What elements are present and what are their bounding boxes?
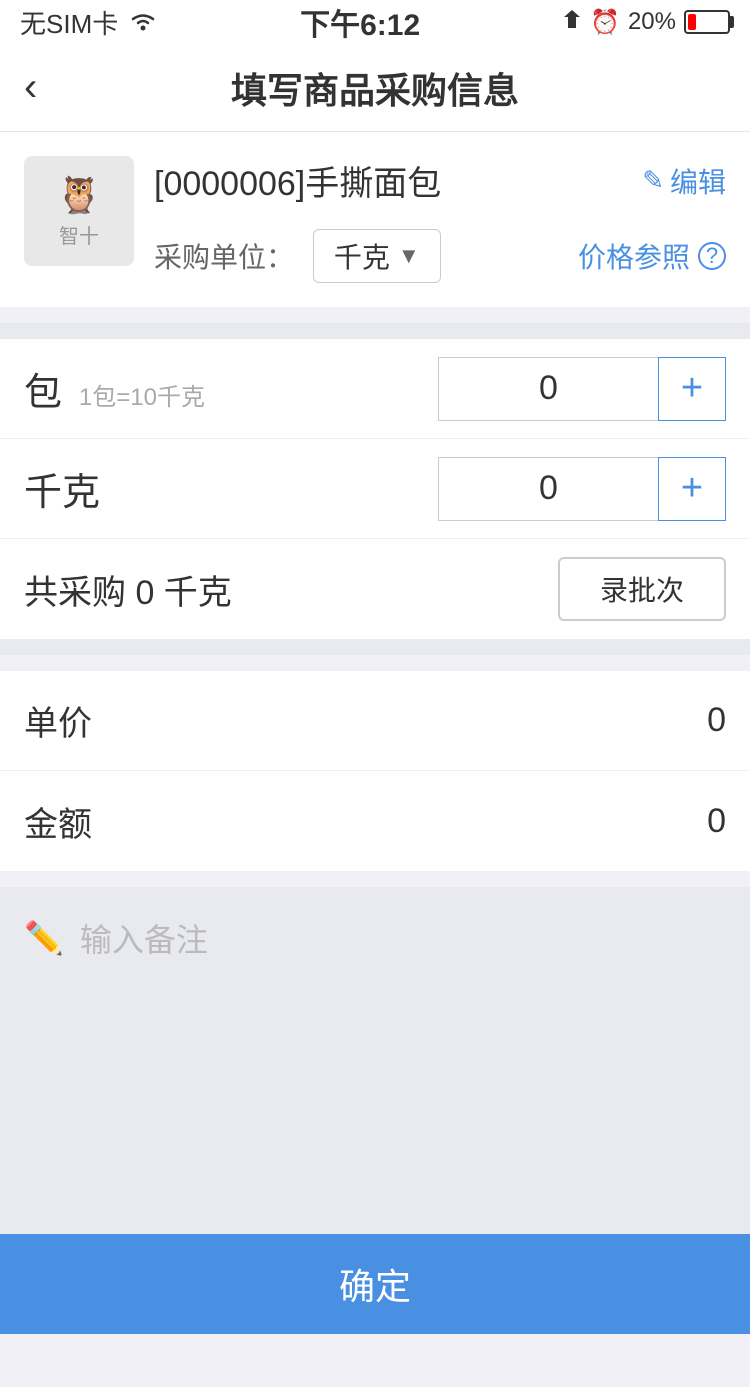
record-batch-label: 录批次 <box>600 569 684 609</box>
product-name: [0000006]手撕面包 <box>154 156 441 205</box>
kg-label: 千克 <box>24 472 100 514</box>
alarm-icon: ⏰ <box>590 8 620 37</box>
edit-label: 编辑 <box>670 161 726 201</box>
divider-1 <box>0 323 750 339</box>
edit-button[interactable]: ✎ 编辑 <box>642 161 726 201</box>
kg-input-right: 0 + <box>144 457 726 521</box>
confirm-button[interactable]: 确定 <box>0 1234 750 1334</box>
unit-value: 千克 <box>334 236 390 276</box>
bag-plus-button[interactable]: + <box>658 357 726 421</box>
amount-value: 0 <box>707 802 726 841</box>
carrier-text: 无SIM卡 <box>20 4 118 41</box>
bag-label: 包 <box>24 372 62 414</box>
battery-percent: 20% <box>628 8 676 36</box>
note-section[interactable]: ✏️ 输入备注 <box>0 887 750 1287</box>
unit-selector-group: 采购单位： 千克 ▼ <box>154 229 441 283</box>
amount-label: 金额 <box>24 797 92 846</box>
bag-label-group: 包 1包=10千克 <box>24 361 205 416</box>
status-left: 无SIM卡 <box>20 4 158 41</box>
back-button[interactable]: ‹ <box>24 65 37 110</box>
pencil-icon: ✏️ <box>24 919 64 957</box>
edit-icon: ✎ <box>642 165 664 196</box>
bag-sub-label: 1包=10千克 <box>79 384 205 411</box>
note-placeholder: 输入备注 <box>80 915 208 961</box>
summary-text: 共采购 0 千克 <box>24 565 232 614</box>
location-icon <box>562 8 582 37</box>
bag-input-right: 0 + <box>205 357 726 421</box>
input-section: 包 1包=10千克 0 + 千克 0 + <box>0 339 750 539</box>
bag-value: 0 <box>539 369 558 408</box>
kg-label-group: 千克 <box>24 461 144 516</box>
help-icon: ? <box>698 242 726 270</box>
amount-row: 金额 0 <box>0 771 750 871</box>
status-bar: 无SIM卡 下午6:12 ⏰ 20% <box>0 0 750 44</box>
price-ref-label: 价格参照 <box>578 236 690 276</box>
unit-label: 采购单位： <box>154 242 294 273</box>
kg-plus-icon: + <box>681 467 703 510</box>
summary-section: 共采购 0 千克 录批次 <box>0 539 750 639</box>
status-time: 下午6:12 <box>300 0 420 44</box>
bag-input-row: 包 1包=10千克 0 + <box>0 339 750 439</box>
kg-input-row: 千克 0 + <box>0 439 750 539</box>
price-ref-button[interactable]: 价格参照 ? <box>578 236 726 276</box>
wifi-icon <box>128 7 158 38</box>
bag-plus-icon: + <box>681 367 703 410</box>
record-batch-button[interactable]: 录批次 <box>558 557 726 621</box>
nav-bar: ‹ 填写商品采购信息 <box>0 44 750 132</box>
unit-price-row: 单价 0 <box>0 671 750 771</box>
product-name-row: [0000006]手撕面包 ✎ 编辑 <box>154 156 726 205</box>
unit-row: 采购单位： 千克 ▼ 价格参照 ? <box>154 229 726 283</box>
bag-number-input[interactable]: 0 <box>438 357 658 421</box>
page-title: 填写商品采购信息 <box>231 62 519 114</box>
kg-number-input[interactable]: 0 <box>438 457 658 521</box>
price-section: 单价 0 金额 0 <box>0 671 750 871</box>
unit-price-value: 0 <box>707 701 726 740</box>
divider-2 <box>0 639 750 655</box>
unit-select[interactable]: 千克 ▼ <box>313 229 441 283</box>
product-info: [0000006]手撕面包 ✎ 编辑 采购单位： 千克 ▼ 价格参照 ? <box>154 156 726 283</box>
product-section: 🦉 智十 [0000006]手撕面包 ✎ 编辑 采购单位： 千克 ▼ 价格参照 … <box>0 132 750 307</box>
summary-row: 共采购 0 千克 录批次 <box>0 539 750 639</box>
kg-value: 0 <box>539 469 558 508</box>
unit-price-label: 单价 <box>24 696 92 745</box>
unit-dropdown-arrow: ▼ <box>398 243 420 269</box>
confirm-label: 确定 <box>339 1258 411 1310</box>
product-thumbnail: 🦉 智十 <box>24 156 134 266</box>
kg-plus-button[interactable]: + <box>658 457 726 521</box>
battery-icon <box>684 10 730 34</box>
status-right: ⏰ 20% <box>562 8 730 37</box>
product-owl-icon: 🦉 <box>57 174 102 216</box>
product-thumb-label: 智十 <box>59 220 99 249</box>
